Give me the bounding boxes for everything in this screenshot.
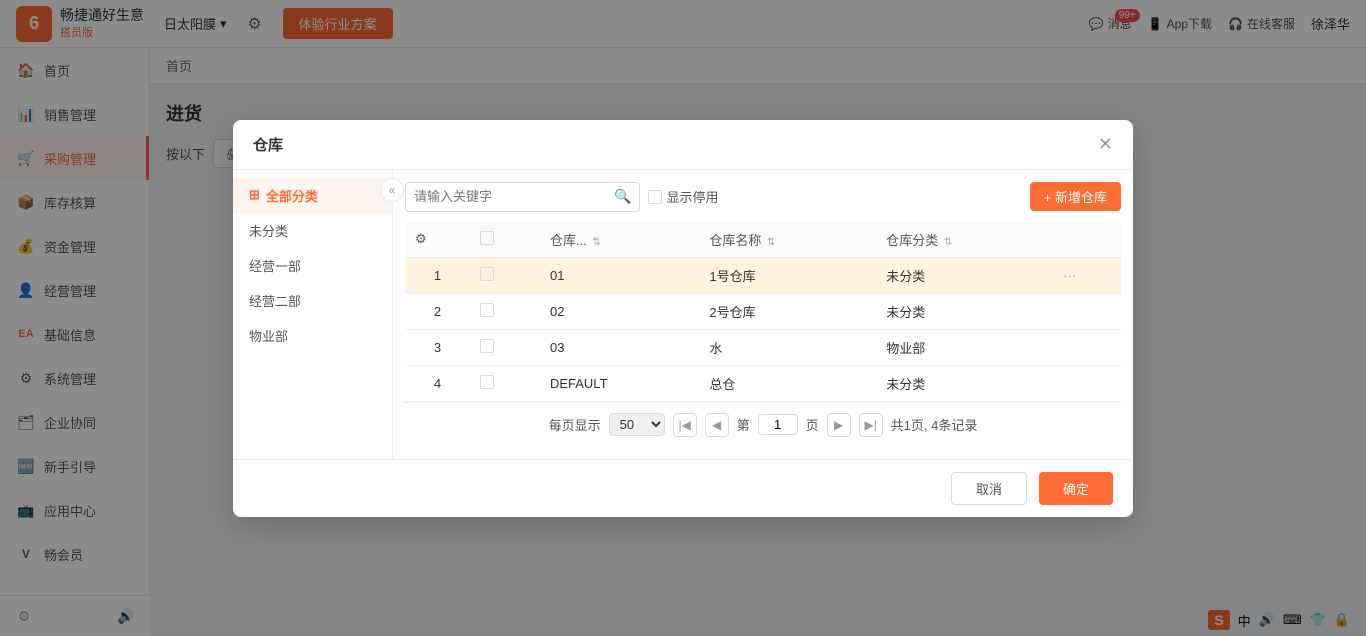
warehouse-code: 01 [540, 257, 699, 293]
tree-item-label: 物业部 [249, 326, 288, 345]
category-tree: « ⊞ 全部分类 未分类 经营一部 经营二部 物业部 [233, 170, 393, 459]
row-actions: ··· [1053, 257, 1121, 293]
table-row[interactable]: 4 DEFAULT 总仓 未分类 [405, 365, 1121, 401]
disabled-checkbox[interactable] [648, 190, 662, 204]
table-area: 🔍 显示停用 + 新增仓库 ⚙ [393, 170, 1133, 459]
warehouse-name: 1号仓库 [699, 257, 876, 293]
name-col-header: 仓库名称 ⇅ [699, 222, 876, 258]
tree-item-label: 经营一部 [249, 256, 301, 275]
tree-item-uncategorized[interactable]: 未分类 [233, 213, 392, 248]
row-actions [1053, 365, 1121, 401]
row-actions [1053, 329, 1121, 365]
tree-item-property[interactable]: 物业部 [233, 318, 392, 353]
first-page-button[interactable]: |◀ [673, 413, 697, 437]
warehouse-code: 03 [540, 329, 699, 365]
search-button[interactable]: 🔍 [606, 188, 639, 205]
page-size-select[interactable]: 50 20 100 [609, 413, 665, 436]
table-row[interactable]: 1 01 1号仓库 未分类 ··· [405, 257, 1121, 293]
total-label: 共1页, 4条记录 [891, 415, 978, 434]
table-toolbar: 🔍 显示停用 + 新增仓库 [405, 182, 1121, 212]
warehouse-code: DEFAULT [540, 365, 699, 401]
table-header-row: ⚙ 仓库... ⇅ 仓库名称 ⇅ 仓库分类 ⇅ [405, 222, 1121, 258]
warehouse-category: 未分类 [876, 293, 1053, 329]
modal-header: 仓库 ✕ [233, 120, 1133, 170]
table-row[interactable]: 2 02 2号仓库 未分类 [405, 293, 1121, 329]
tree-item-all[interactable]: ⊞ 全部分类 [233, 178, 392, 213]
settings-col-header: ⚙ [405, 222, 470, 258]
show-disabled-checkbox[interactable]: 显示停用 [648, 187, 718, 206]
page-number-input[interactable] [758, 414, 798, 435]
warehouse-name: 水 [699, 329, 876, 365]
page-unit: 页 [806, 415, 819, 434]
last-page-button[interactable]: ▶| [859, 413, 883, 437]
show-disabled-label: 显示停用 [666, 187, 718, 206]
more-actions-button[interactable]: ··· [1063, 268, 1076, 283]
row-checkbox[interactable] [480, 267, 494, 281]
select-all-checkbox[interactable] [480, 231, 494, 245]
sort-icon: ⇅ [592, 237, 600, 248]
row-checkbox-cell [470, 329, 540, 365]
table-container: ⚙ 仓库... ⇅ 仓库名称 ⇅ 仓库分类 ⇅ 1 [405, 222, 1121, 402]
add-warehouse-button[interactable]: + 新增仓库 [1030, 182, 1121, 211]
tree-item-label: 未分类 [249, 221, 288, 240]
page-label: 第 [737, 415, 750, 434]
modal-title: 仓库 [253, 134, 283, 155]
warehouse-code: 02 [540, 293, 699, 329]
tree-item-dept2[interactable]: 经营二部 [233, 283, 392, 318]
row-checkbox[interactable] [480, 303, 494, 317]
search-input[interactable] [406, 189, 606, 204]
row-number: 1 [405, 257, 470, 293]
prev-page-button[interactable]: ◀ [705, 413, 729, 437]
table-row[interactable]: 3 03 水 物业部 [405, 329, 1121, 365]
page-size-label: 每页显示 [549, 415, 601, 434]
row-number: 3 [405, 329, 470, 365]
pagination: 每页显示 50 20 100 |◀ ◀ 第 页 ▶ ▶| 共1页, 4条记录 [405, 402, 1121, 447]
tree-item-label: 全部分类 [266, 186, 318, 205]
sort-icon: ⇅ [767, 237, 775, 248]
row-checkbox-cell [470, 257, 540, 293]
warehouse-modal: 仓库 ✕ « ⊞ 全部分类 未分类 经营一部 经营二部 [233, 120, 1133, 517]
row-number: 4 [405, 365, 470, 401]
modal-overlay: 仓库 ✕ « ⊞ 全部分类 未分类 经营一部 经营二部 [0, 0, 1366, 636]
row-checkbox-cell [470, 365, 540, 401]
row-actions [1053, 293, 1121, 329]
confirm-button[interactable]: 确定 [1039, 472, 1113, 505]
category-col-header: 仓库分类 ⇅ [876, 222, 1053, 258]
cancel-button[interactable]: 取消 [951, 472, 1027, 505]
tree-collapse-button[interactable]: « [380, 178, 404, 202]
warehouse-table: ⚙ 仓库... ⇅ 仓库名称 ⇅ 仓库分类 ⇅ 1 [405, 222, 1121, 402]
row-checkbox[interactable] [480, 375, 494, 389]
tree-item-label: 经营二部 [249, 291, 301, 310]
warehouse-name: 总仓 [699, 365, 876, 401]
checkbox-col-header [470, 222, 540, 258]
tree-item-dept1[interactable]: 经营一部 [233, 248, 392, 283]
modal-footer: 取消 确定 [233, 459, 1133, 517]
row-checkbox[interactable] [480, 339, 494, 353]
modal-body: « ⊞ 全部分类 未分类 经营一部 经营二部 物业部 [233, 170, 1133, 459]
warehouse-category: 未分类 [876, 365, 1053, 401]
code-col-header: 仓库... ⇅ [540, 222, 699, 258]
warehouse-category: 未分类 [876, 257, 1053, 293]
actions-col-header [1053, 222, 1121, 258]
row-number: 2 [405, 293, 470, 329]
sort-icon: ⇅ [944, 237, 952, 248]
modal-close-button[interactable]: ✕ [1098, 134, 1113, 155]
search-box: 🔍 [405, 182, 640, 212]
warehouse-category: 物业部 [876, 329, 1053, 365]
row-checkbox-cell [470, 293, 540, 329]
next-page-button[interactable]: ▶ [827, 413, 851, 437]
grid-icon: ⊞ [249, 187, 260, 203]
warehouse-name: 2号仓库 [699, 293, 876, 329]
